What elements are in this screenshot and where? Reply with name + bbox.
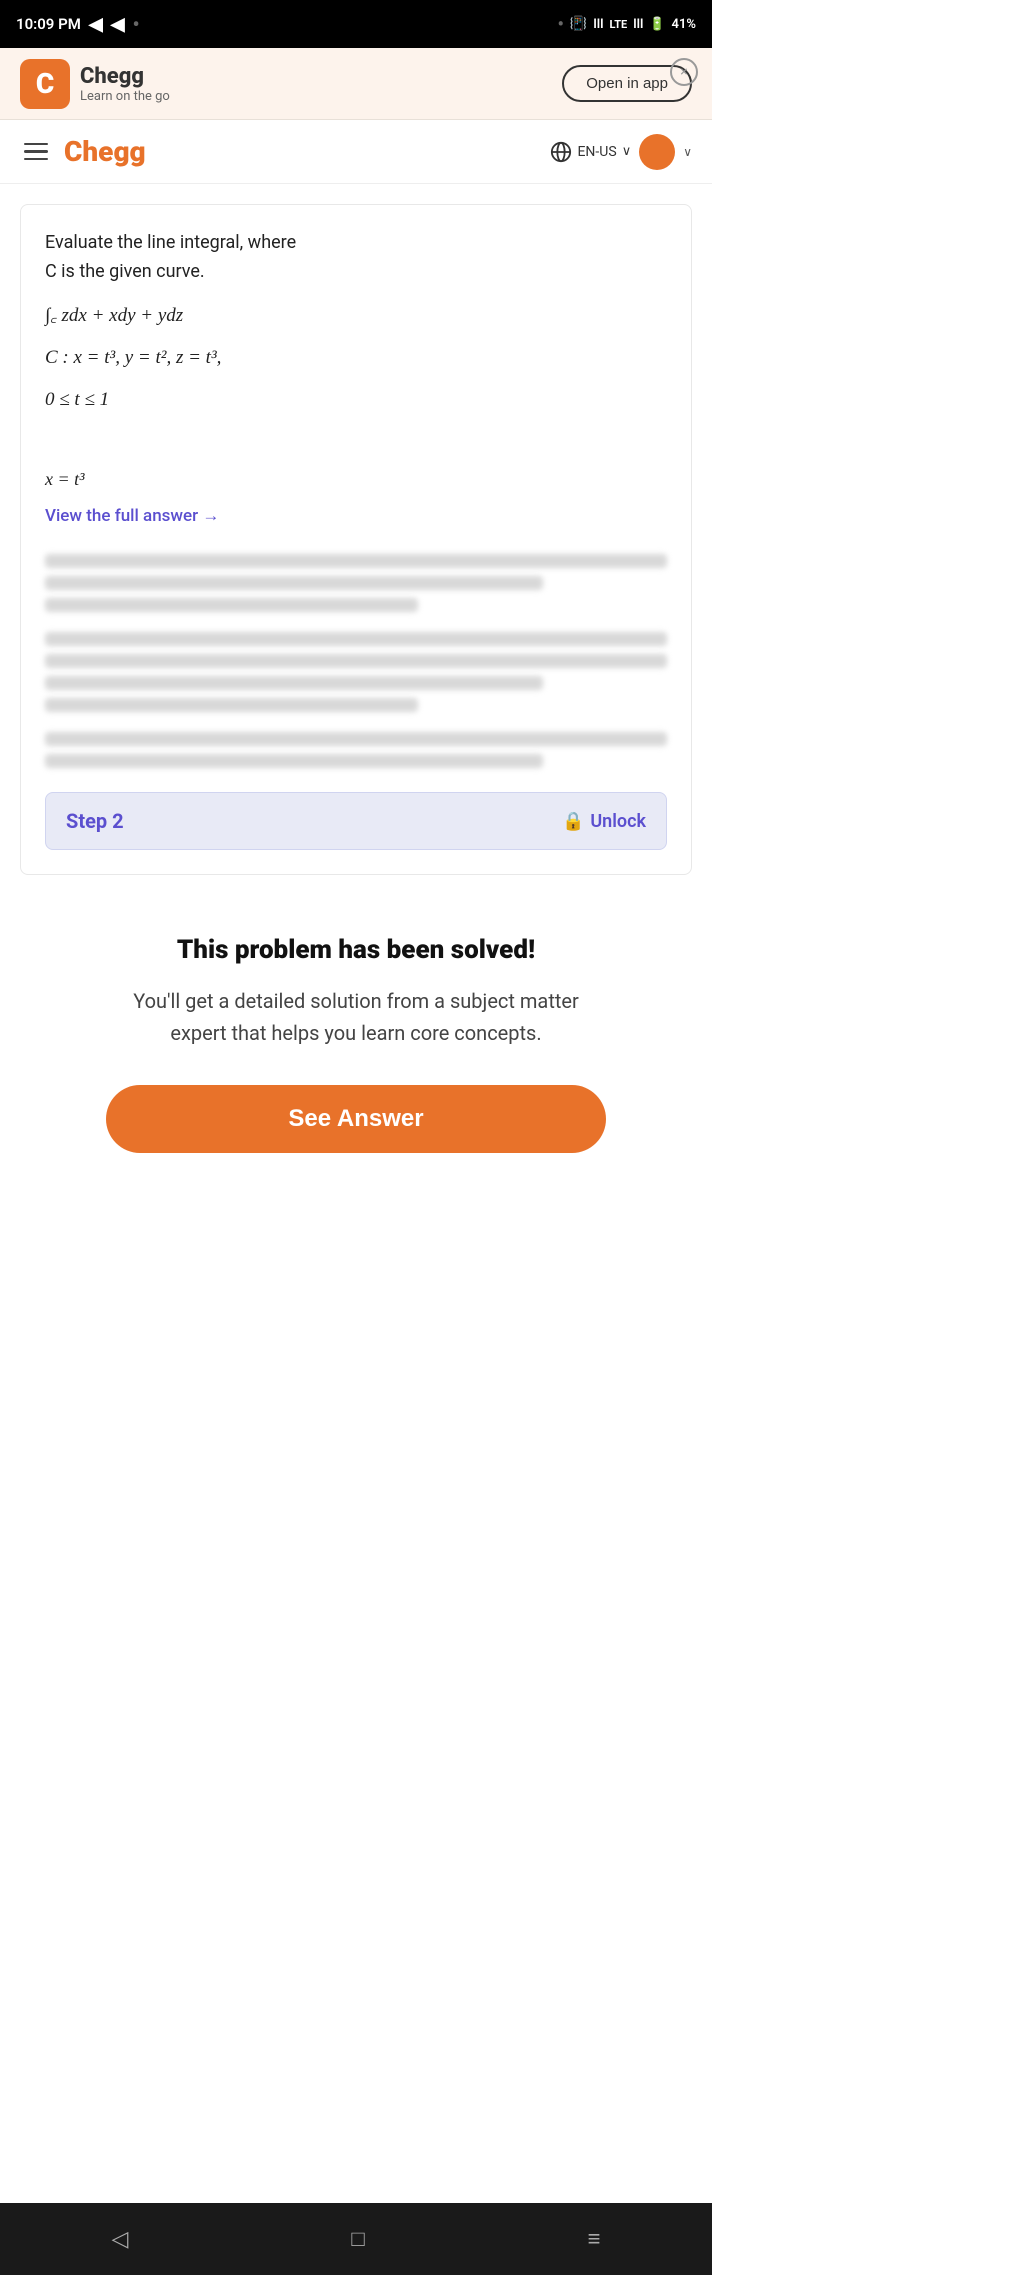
- chegg-logo-icon: C: [20, 59, 70, 109]
- menu-button[interactable]: ≡: [558, 2216, 631, 2262]
- app-tagline: Learn on the go: [80, 89, 170, 104]
- answer-section: x = t³ View the full answer →: [45, 449, 667, 850]
- solved-title: This problem has been solved!: [30, 935, 682, 965]
- unlock-label[interactable]: 🔒 Unlock: [562, 811, 646, 832]
- lock-icon: 🔒: [562, 811, 584, 832]
- blur-line: [45, 732, 667, 746]
- blur-line: [45, 576, 543, 590]
- blur-line: [45, 554, 667, 568]
- app-banner: C Chegg Learn on the go Open in app ×: [0, 48, 712, 120]
- t-range: 0 ≤ t ≤ 1: [45, 383, 667, 417]
- banner-logo: C Chegg Learn on the go: [20, 59, 170, 109]
- language-label: EN-US: [577, 144, 616, 160]
- bottom-spacer: [0, 1183, 712, 1343]
- answer-step-expression: x = t³: [45, 469, 667, 490]
- signal-icon: lll: [593, 17, 603, 32]
- nav-arrow-icon-2: ◀: [111, 14, 125, 35]
- question-intro: Evaluate the line integral, where C is t…: [45, 229, 667, 287]
- close-banner-button[interactable]: ×: [670, 58, 698, 86]
- step2-unlock-bar[interactable]: Step 2 🔒 Unlock: [45, 792, 667, 850]
- hamburger-menu[interactable]: [20, 139, 52, 165]
- vibrate-icon: 📳: [570, 16, 587, 32]
- blur-group-2: [45, 632, 667, 712]
- blur-line: [45, 654, 667, 668]
- battery-level: 41%: [672, 17, 696, 32]
- user-avatar[interactable]: [639, 134, 675, 170]
- blurred-answer-content: [45, 554, 667, 768]
- blur-group-1: [45, 554, 667, 612]
- view-full-answer-link[interactable]: View the full answer →: [45, 506, 667, 526]
- battery-icon: 🔋: [649, 17, 665, 32]
- nav-bar: Chegg EN-US ∨ ∨: [0, 120, 712, 184]
- blur-line: [45, 598, 418, 612]
- nav-left: Chegg: [20, 135, 146, 168]
- main-content: Evaluate the line integral, where C is t…: [0, 184, 712, 895]
- solved-description: You'll get a detailed solution from a su…: [106, 985, 606, 1049]
- dot-indicator-right: •: [558, 14, 564, 35]
- blur-line: [45, 676, 543, 690]
- home-button[interactable]: □: [321, 2216, 394, 2262]
- bottom-nav-bar: ◁ □ ≡: [0, 2203, 712, 2275]
- status-right: • 📳 lll LTE lll 🔋 41%: [558, 14, 696, 35]
- math-expression-block: ∫꜀ zdx + xdy + ydz C : x = t³, y = t², z…: [45, 299, 667, 418]
- status-bar: 10:09 PM ◀ ◀ • • 📳 lll LTE lll 🔋 41%: [0, 0, 712, 48]
- blur-line: [45, 632, 667, 646]
- status-time: 10:09 PM ◀ ◀ •: [16, 12, 140, 36]
- nav-arrow-icon: ◀: [89, 14, 103, 35]
- step2-label: Step 2: [66, 809, 124, 833]
- language-selector[interactable]: EN-US ∨: [550, 141, 631, 163]
- lte-label: LTE: [609, 18, 627, 31]
- blur-line: [45, 698, 418, 712]
- blur-group-3: [45, 732, 667, 768]
- chegg-nav-logo: Chegg: [64, 135, 146, 168]
- logo-text: Chegg Learn on the go: [80, 64, 170, 104]
- unlock-text: Unlock: [590, 811, 646, 832]
- solved-banner: This problem has been solved! You'll get…: [0, 895, 712, 1183]
- back-button[interactable]: ◁: [81, 2217, 158, 2262]
- nav-right: EN-US ∨ ∨: [550, 134, 692, 170]
- curve-definition: C : x = t³, y = t², z = t³,: [45, 341, 667, 375]
- blur-line: [45, 754, 543, 768]
- avatar-chevron-down-icon[interactable]: ∨: [683, 145, 692, 159]
- integral-expression: ∫꜀ zdx + xdy + ydz: [45, 299, 667, 333]
- chevron-down-icon: ∨: [622, 144, 632, 159]
- globe-icon: [550, 141, 572, 163]
- signal-icon-2: lll: [633, 17, 643, 32]
- dot-indicator: •: [133, 12, 140, 36]
- question-card: Evaluate the line integral, where C is t…: [20, 204, 692, 875]
- see-answer-button[interactable]: See Answer: [106, 1085, 606, 1153]
- app-name: Chegg: [80, 64, 170, 89]
